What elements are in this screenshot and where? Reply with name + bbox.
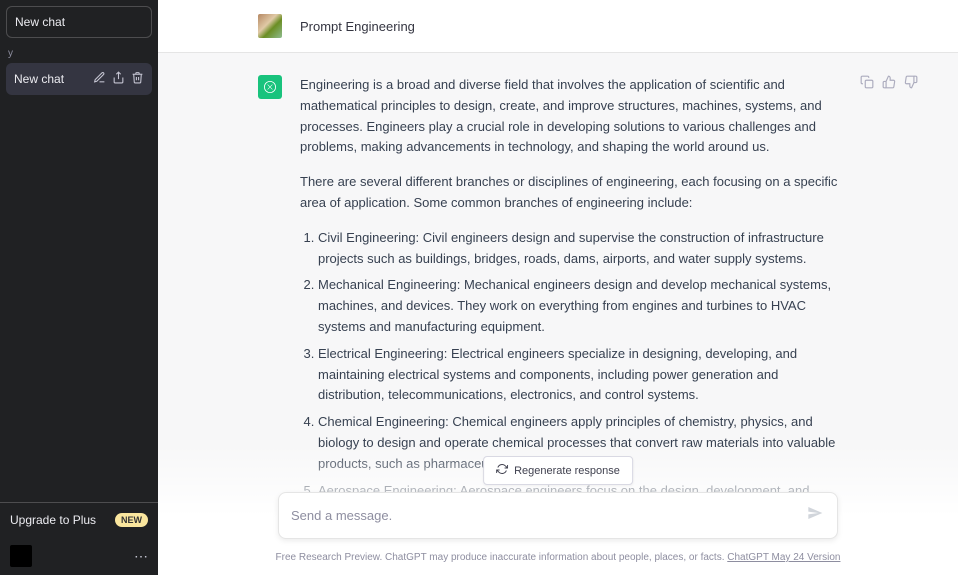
assistant-avatar [258, 75, 282, 99]
new-chat-button[interactable]: New chat [6, 6, 152, 38]
new-chat-label: New chat [15, 15, 65, 29]
chat-item-label: New chat [14, 72, 64, 86]
upgrade-label: Upgrade to Plus [10, 513, 96, 527]
answer-area: Engineering is a broad and diverse field… [158, 53, 958, 575]
answer-list-item: Electrical Engineering: Electrical engin… [318, 344, 848, 406]
main-area: Prompt Engineering Engineering is a broa… [158, 0, 958, 575]
user-avatar [258, 14, 282, 38]
answer-paragraph: There are several different branches or … [300, 172, 848, 214]
message-input-container [278, 492, 838, 539]
conversation-header: Prompt Engineering [158, 0, 958, 53]
more-icon[interactable]: ⋯ [134, 548, 148, 565]
thumbs-down-icon[interactable] [904, 75, 918, 94]
sidebar-section-label: y [0, 42, 158, 61]
send-button[interactable] [805, 503, 825, 528]
prompt-title: Prompt Engineering [300, 19, 415, 34]
upgrade-button[interactable]: Upgrade to Plus NEW [0, 503, 158, 537]
footer-text: Free Research Preview. ChatGPT may produ… [276, 552, 728, 563]
edit-icon[interactable] [93, 71, 106, 87]
regenerate-button[interactable]: Regenerate response [483, 456, 633, 485]
trash-icon[interactable] [131, 71, 144, 87]
sidebar-chat-item[interactable]: New chat [6, 63, 152, 95]
feedback-controls [860, 75, 918, 94]
thumbs-up-icon[interactable] [882, 75, 896, 94]
answer-paragraph: Engineering is a broad and diverse field… [300, 75, 848, 158]
sidebar: New chat y New chat Upgrade to Plus NEW … [0, 0, 158, 575]
share-icon[interactable] [112, 71, 125, 87]
footer-disclaimer: Free Research Preview. ChatGPT may produ… [276, 552, 841, 563]
message-input[interactable] [291, 508, 805, 523]
new-badge: NEW [115, 513, 148, 527]
copy-icon[interactable] [860, 75, 874, 94]
account-menu[interactable]: ⋯ [0, 537, 158, 575]
footer-version-link[interactable]: ChatGPT May 24 Version [727, 552, 840, 563]
account-avatar [10, 545, 32, 567]
answer-list-item: Mechanical Engineering: Mechanical engin… [318, 275, 848, 337]
regenerate-label: Regenerate response [514, 465, 620, 477]
refresh-icon [496, 463, 508, 478]
answer-list-item: Civil Engineering: Civil engineers desig… [318, 228, 848, 270]
